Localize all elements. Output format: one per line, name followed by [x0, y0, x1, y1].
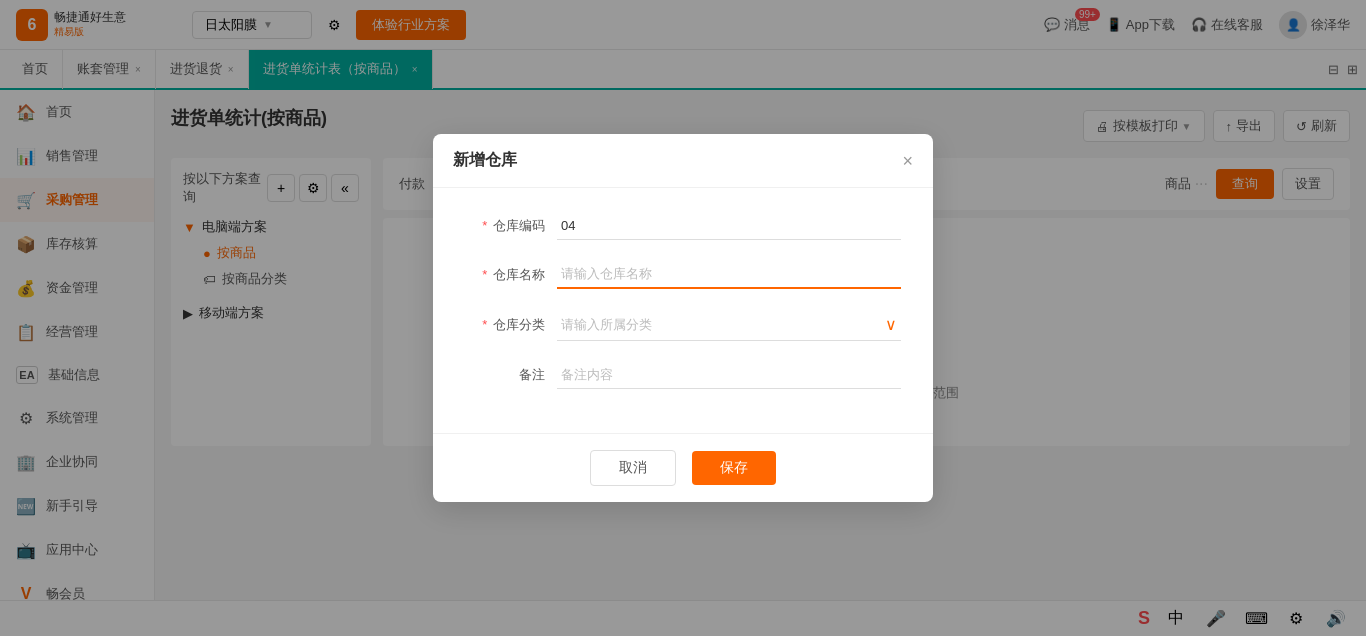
name-label: * 仓库名称	[465, 266, 545, 284]
modal-title: 新增仓库	[453, 150, 517, 171]
form-row-name: * 仓库名称	[465, 260, 901, 289]
warehouse-code-input[interactable]	[557, 212, 901, 240]
required-star-name: *	[482, 267, 487, 282]
modal-body: * 仓库编码 * 仓库名称 * 仓库分类 请输入所属	[433, 188, 933, 433]
remark-label: 备注	[465, 366, 545, 384]
category-label: * 仓库分类	[465, 316, 545, 334]
category-placeholder: 请输入所属分类	[561, 316, 652, 334]
modal-close-button[interactable]: ×	[902, 152, 913, 170]
code-label: * 仓库编码	[465, 217, 545, 235]
category-chevron-icon: ∨	[885, 315, 897, 334]
required-star-cat: *	[482, 317, 487, 332]
add-warehouse-modal: 新增仓库 × * 仓库编码 * 仓库名称	[433, 134, 933, 502]
form-row-remark: 备注	[465, 361, 901, 389]
form-row-category: * 仓库分类 请输入所属分类 ∨	[465, 309, 901, 341]
form-row-code: * 仓库编码	[465, 212, 901, 240]
warehouse-name-input[interactable]	[557, 260, 901, 289]
modal-header: 新增仓库 ×	[433, 134, 933, 188]
modal-overlay[interactable]: 新增仓库 × * 仓库编码 * 仓库名称	[0, 0, 1366, 636]
category-select[interactable]: 请输入所属分类 ∨	[557, 309, 901, 341]
save-button[interactable]: 保存	[692, 451, 776, 485]
remark-input[interactable]	[557, 361, 901, 389]
required-star: *	[482, 218, 487, 233]
modal-footer: 取消 保存	[433, 433, 933, 502]
cancel-button[interactable]: 取消	[590, 450, 676, 486]
